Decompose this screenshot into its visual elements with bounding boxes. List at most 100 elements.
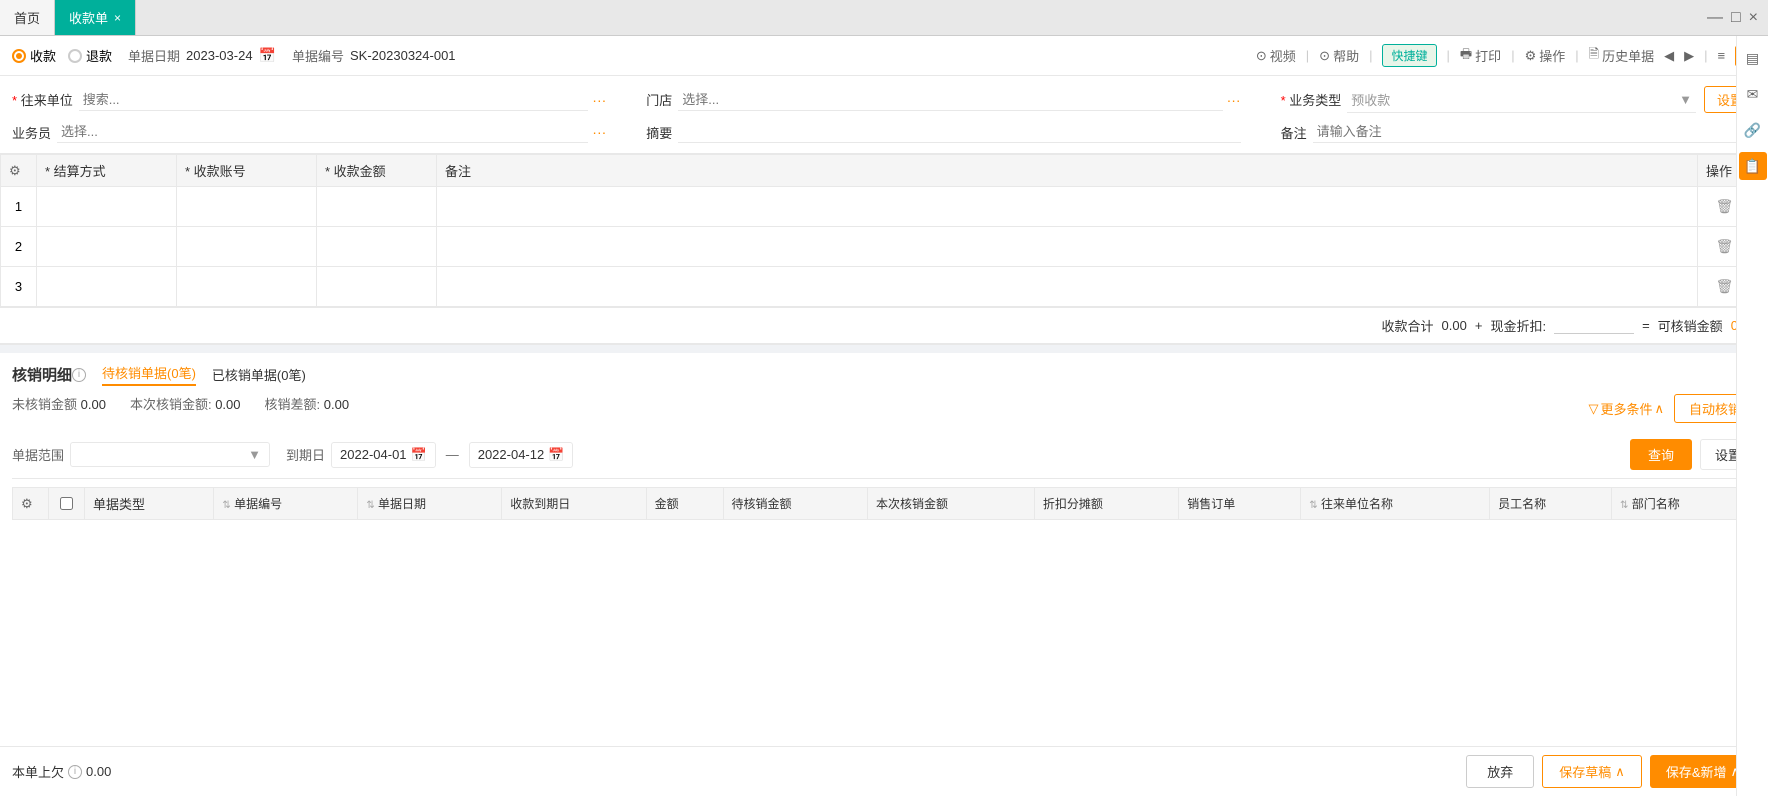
th-settings[interactable]: ⚙ <box>1 155 37 187</box>
help-btn[interactable]: ⊙ 帮助 <box>1319 46 1359 65</box>
shortcut-btn[interactable]: 快捷键 <box>1382 44 1436 67</box>
date-to-input[interactable]: 2022-04-12 📅 <box>469 442 574 468</box>
radio-refund-label: 退款 <box>86 46 112 65</box>
date-filter-group: 到期日 2022-04-01 📅 — 2022-04-12 📅 <box>286 442 573 468</box>
toolbar-num-value[interactable]: SK-20230324-001 <box>350 48 456 63</box>
current-stat: 本次核销金额: 0.00 <box>130 394 241 413</box>
hexiao-section: 核销明细 i 待核销单据(0笔) 已核销单据(0笔) 未核销金额 0.00 本次… <box>0 353 1768 530</box>
history-btn[interactable]: 🗎 历史单据 <box>1589 45 1654 67</box>
abandon-btn[interactable]: 放弃 <box>1466 755 1534 788</box>
main-area: 收款 退款 单据日期 2023-03-24 📅 单据编号 SK-20230324… <box>0 36 1768 796</box>
biztype-label: * 业务类型 <box>1281 90 1348 109</box>
query-btn[interactable]: 查询 <box>1630 439 1692 470</box>
save-draft-btn[interactable]: 保存草稿 ∧ <box>1542 755 1642 788</box>
store-input[interactable] <box>678 89 1222 111</box>
bth-gear[interactable]: ⚙ <box>13 488 49 520</box>
sort-icon: ⇅ <box>1620 500 1628 511</box>
win-close[interactable]: × <box>1749 9 1758 27</box>
bth-dept: ⇅ 部门名称 <box>1612 488 1756 520</box>
bth-checkbox[interactable] <box>49 488 85 520</box>
bth-docnum: ⇅ 单据编号 <box>214 488 358 520</box>
toolbar-date-label: 单据日期 <box>128 46 180 65</box>
sidebar-table-icon[interactable]: ▤ <box>1739 44 1767 72</box>
summary-label: 摘要 <box>646 123 678 142</box>
table-gear-icon[interactable]: ⚙ <box>9 163 21 178</box>
note-input[interactable] <box>1313 121 1756 143</box>
ben-dan-info-icon[interactable]: i <box>68 765 82 779</box>
note-label: 备注 <box>1281 123 1313 142</box>
row3-amount[interactable] <box>317 267 437 307</box>
row2-account[interactable] <box>177 227 317 267</box>
uncleared-stat: 未核销金额 0.00 <box>12 394 106 413</box>
next-btn[interactable]: ▶ <box>1684 48 1694 64</box>
ben-dan-label: 本单上欠 <box>12 762 64 781</box>
help-label: 帮助 <box>1333 46 1359 65</box>
bth-current: 本次核销金额 <box>867 488 1034 520</box>
prev-btn[interactable]: ◀ <box>1664 48 1674 64</box>
video-btn[interactable]: ⊙ 视频 <box>1256 46 1296 65</box>
row1-settlement[interactable] <box>37 187 177 227</box>
more-conditions-btn[interactable]: ▽ 更多条件 ∧ <box>1588 399 1664 418</box>
row1-account[interactable] <box>177 187 317 227</box>
sidebar-link-icon[interactable]: 🔗 <box>1739 116 1767 144</box>
sidebar-clip-icon[interactable]: 📋 <box>1739 152 1767 180</box>
calendar-icon[interactable]: 📅 <box>259 47 276 64</box>
summary-input[interactable] <box>678 121 1240 143</box>
row2-delete-icon[interactable]: 🗑 <box>1716 238 1734 255</box>
row2-note[interactable] <box>437 227 1698 267</box>
staff-input[interactable] <box>57 121 588 143</box>
tab-receipt-label: 收款单 <box>69 8 108 27</box>
hexiao-pending-tab[interactable]: 待核销单据(0笔) <box>102 363 196 386</box>
win-controls: — □ × <box>1707 9 1768 27</box>
current-value: 0.00 <box>215 397 240 412</box>
row2-settlement[interactable] <box>37 227 177 267</box>
row3-settlement[interactable] <box>37 267 177 307</box>
sort-icon: ⇅ <box>366 500 374 511</box>
biztype-select[interactable]: 预收款 ▼ <box>1347 87 1696 113</box>
date-from-input[interactable]: 2022-04-01 📅 <box>331 442 436 468</box>
row3-delete-icon[interactable]: 🗑 <box>1716 278 1734 295</box>
tab-receipt-close[interactable]: × <box>114 11 121 25</box>
tab-home-label: 首页 <box>14 8 40 27</box>
radio-receipt-label: 收款 <box>30 46 56 65</box>
th-settlement: * 结算方式 <box>37 155 177 187</box>
verifiable-label: 可核销金额 <box>1658 316 1723 335</box>
store-more-icon[interactable]: ··· <box>1227 92 1241 108</box>
row3-account[interactable] <box>177 267 317 307</box>
bottom-table-gear[interactable]: ⚙ <box>21 496 33 511</box>
row3-note[interactable] <box>437 267 1698 307</box>
uncleared-value: 0.00 <box>81 397 106 412</box>
row2-amount[interactable] <box>317 227 437 267</box>
list-icon[interactable]: ≡ <box>1718 48 1726 63</box>
counterpart-more-icon[interactable]: ··· <box>592 92 606 108</box>
win-maximize[interactable]: □ <box>1731 9 1741 27</box>
discount-input[interactable] <box>1554 318 1634 334</box>
hexiao-info-icon[interactable]: i <box>72 368 86 382</box>
counterpart-input[interactable] <box>79 89 589 111</box>
staff-more-icon[interactable]: ··· <box>592 124 606 140</box>
table-row: 2 🗑 ⧉ <box>1 227 1768 267</box>
row1-delete-icon[interactable]: 🗑 <box>1716 198 1734 215</box>
select-all-checkbox[interactable] <box>60 497 73 510</box>
th-amount: * 收款金额 <box>317 155 437 187</box>
operate-btn[interactable]: ⚙ 操作 <box>1525 46 1566 65</box>
bth-staff: 员工名称 <box>1490 488 1612 520</box>
radio-receipt-dot <box>12 49 26 63</box>
toolbar-date-value[interactable]: 2023-03-24 <box>186 48 253 63</box>
hexiao-done-tab[interactable]: 已核销单据(0笔) <box>212 365 306 384</box>
th-note: 备注 <box>437 155 1698 187</box>
toolbar-date-field: 单据日期 2023-03-24 📅 <box>128 46 276 65</box>
radio-refund[interactable]: 退款 <box>68 46 112 65</box>
sidebar-mail-icon[interactable]: ✉ <box>1739 80 1767 108</box>
radio-receipt[interactable]: 收款 <box>12 46 56 65</box>
form-row-2: 业务员 ··· 摘要 备注 <box>12 121 1756 143</box>
row1-amount[interactable] <box>317 187 437 227</box>
range-select[interactable]: ▼ <box>70 442 270 467</box>
row1-note[interactable] <box>437 187 1698 227</box>
tab-receipt[interactable]: 收款单 × <box>55 0 136 35</box>
print-btn[interactable]: 🖶 打印 <box>1460 45 1501 67</box>
tab-home[interactable]: 首页 <box>0 0 55 35</box>
help-icon: ⊙ <box>1319 48 1330 64</box>
win-minimize[interactable]: — <box>1707 9 1723 27</box>
save-draft-arrow: ∧ <box>1615 764 1625 780</box>
